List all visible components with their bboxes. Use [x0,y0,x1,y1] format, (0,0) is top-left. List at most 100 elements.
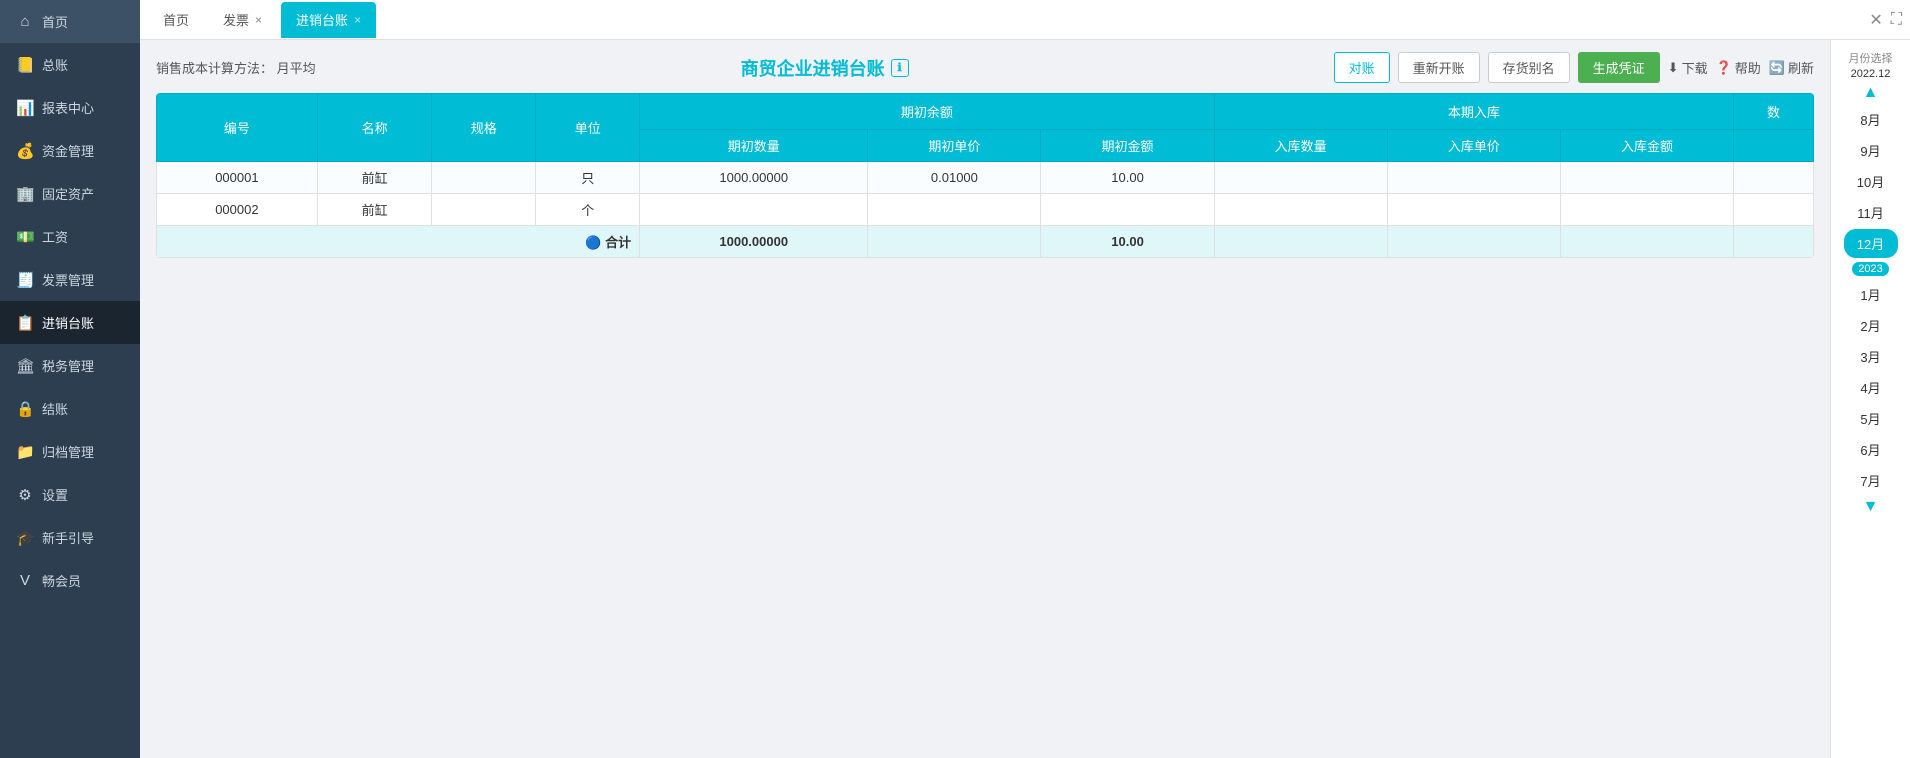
col-header-price-in: 入库单价 [1387,130,1560,162]
sidebar-item-purchase-sale[interactable]: 📋 进销台账 [0,301,140,344]
cost-method-label: 销售成本计算方法： [156,61,273,76]
cell-name: 前缸 [317,162,432,194]
cell-spec [432,194,536,226]
table-wrapper: 编号 名称 规格 单位 期初余额 本期入库 数 期初数量 期初单价 期初金额 [156,93,1814,258]
reopen-button[interactable]: 重新开账 [1398,52,1480,83]
month-item-5[interactable]: 5月 [1844,404,1898,433]
month-item-2[interactable]: 2月 [1844,311,1898,340]
home-icon: ⌂ [16,13,34,30]
info-icon[interactable]: ℹ [891,59,909,77]
tab-bar: 首页 发票 × 进销台账 × ✕ ⛶ [140,0,1910,40]
sidebar-item-assets[interactable]: 🏢 固定资产 [0,172,140,215]
main-area: 首页 发票 × 进销台账 × ✕ ⛶ 销售成本计算方法： 月平均 商贸企 [140,0,1910,758]
total-amt-in [1560,226,1733,258]
month-item-8[interactable]: 8月 [1844,105,1898,134]
sidebar-item-close[interactable]: 🔒 结账 [0,387,140,430]
total-label: 🔵合计 [157,226,640,258]
tab-invoice[interactable]: 发票 × [208,2,277,38]
tab-home[interactable]: 首页 [148,2,204,38]
sidebar-item-label: 畅会员 [42,571,81,590]
col-header-name: 名称 [317,94,432,162]
sidebar-item-guide[interactable]: 🎓 新手引导 [0,516,140,559]
sidebar-item-label: 工资 [42,227,68,246]
month-item-9[interactable]: 9月 [1844,136,1898,165]
month-item-1[interactable]: 1月 [1844,280,1898,309]
purchase-sale-icon: 📋 [16,314,34,332]
window-close-button[interactable]: ✕ [1869,10,1882,30]
sidebar: ⌂ 首页 📒 总账 📊 报表中心 💰 资金管理 🏢 固定资产 💵 工资 🧾 发票… [0,0,140,758]
sidebar-item-label: 固定资产 [42,184,94,203]
tab-invoice-close[interactable]: × [255,13,262,27]
sidebar-item-label: 总账 [42,55,68,74]
sidebar-item-payroll[interactable]: 💵 工资 [0,215,140,258]
save-as-button[interactable]: 存货别名 [1488,52,1570,83]
sidebar-item-label: 报表中心 [42,98,94,117]
sidebar-item-invoice-mgmt[interactable]: 🧾 发票管理 [0,258,140,301]
total-amt-init: 10.00 [1041,226,1214,258]
col-header-extra [1734,130,1814,162]
month-item-6[interactable]: 6月 [1844,435,1898,464]
reconcile-button[interactable]: 对账 [1334,52,1390,83]
download-icon: ⬇ [1668,60,1679,76]
sidebar-item-label: 资金管理 [42,141,94,160]
total-extra [1734,226,1814,258]
cell-price-in [1387,162,1560,194]
cell-amt-in [1560,194,1733,226]
sidebar-item-reports[interactable]: 📊 报表中心 [0,86,140,129]
cell-unit: 只 [536,162,640,194]
col-header-spec: 规格 [432,94,536,162]
cell-amt-init: 10.00 [1041,162,1214,194]
tab-purchase-sale[interactable]: 进销台账 × [281,2,376,38]
cell-no: 000002 [157,194,318,226]
download-button[interactable]: ⬇ 下载 [1668,58,1708,77]
vip-icon: V [16,572,34,589]
sidebar-item-ledger[interactable]: 📒 总账 [0,43,140,86]
table-row: 000002 前缸 个 [157,194,1814,226]
sidebar-item-label: 结账 [42,399,68,418]
cell-spec [432,162,536,194]
guide-icon: 🎓 [16,529,34,547]
sidebar-item-label: 进销台账 [42,313,94,332]
assets-icon: 🏢 [16,185,34,203]
month-item-10[interactable]: 10月 [1844,167,1898,196]
cell-price-init: 0.01000 [868,162,1041,194]
page-body: 销售成本计算方法： 月平均 商贸企业进销台账 ℹ 对账 重新开账 存货别名 生成… [140,40,1830,758]
month-panel-title: 月份选择 [1849,46,1893,68]
help-icon: ❓ [1716,60,1732,76]
payroll-icon: 💵 [16,228,34,246]
sidebar-item-archive[interactable]: 📁 归档管理 [0,430,140,473]
sidebar-item-home[interactable]: ⌂ 首页 [0,0,140,43]
tab-invoice-label: 发票 [223,10,249,29]
tab-purchase-sale-label: 进销台账 [296,10,348,29]
window-maximize-button[interactable]: ⛶ [1891,11,1902,29]
cell-qty-init [640,194,868,226]
cell-amt-in [1560,162,1733,194]
sidebar-item-tax[interactable]: 🏛 税务管理 [0,344,140,387]
tax-icon: 🏛 [16,357,34,375]
sidebar-item-label: 首页 [42,12,68,31]
close-period-icon: 🔒 [16,400,34,418]
month-item-4[interactable]: 4月 [1844,373,1898,402]
generate-button[interactable]: 生成凭证 [1578,52,1660,83]
month-item-11[interactable]: 11月 [1844,198,1898,227]
sidebar-item-funds[interactable]: 💰 资金管理 [0,129,140,172]
sidebar-item-settings[interactable]: ⚙ 设置 [0,473,140,516]
cost-method: 销售成本计算方法： 月平均 [156,58,316,77]
month-item-3[interactable]: 3月 [1844,342,1898,371]
refresh-button[interactable]: 🔄 刷新 [1769,58,1814,77]
col-header-amt-init: 期初金额 [1041,130,1214,162]
scroll-up-button[interactable]: ▲ [1863,82,1879,104]
scroll-down-button[interactable]: ▼ [1863,496,1879,518]
col-header-more: 数 [1734,94,1814,130]
total-price-in [1387,226,1560,258]
cell-unit: 个 [536,194,640,226]
month-item-12[interactable]: 12月 [1844,229,1898,258]
page-title-text: 商贸企业进销台账 [741,55,885,81]
help-button[interactable]: ❓ 帮助 [1716,58,1761,77]
tab-home-label: 首页 [163,10,189,29]
sidebar-item-vip[interactable]: V 畅会员 [0,559,140,602]
page-title: 商贸企业进销台账 ℹ [741,55,909,81]
tab-purchase-sale-close[interactable]: × [354,13,361,27]
month-item-7-2023[interactable]: 7月 [1844,466,1898,495]
cell-qty-init: 1000.00000 [640,162,868,194]
